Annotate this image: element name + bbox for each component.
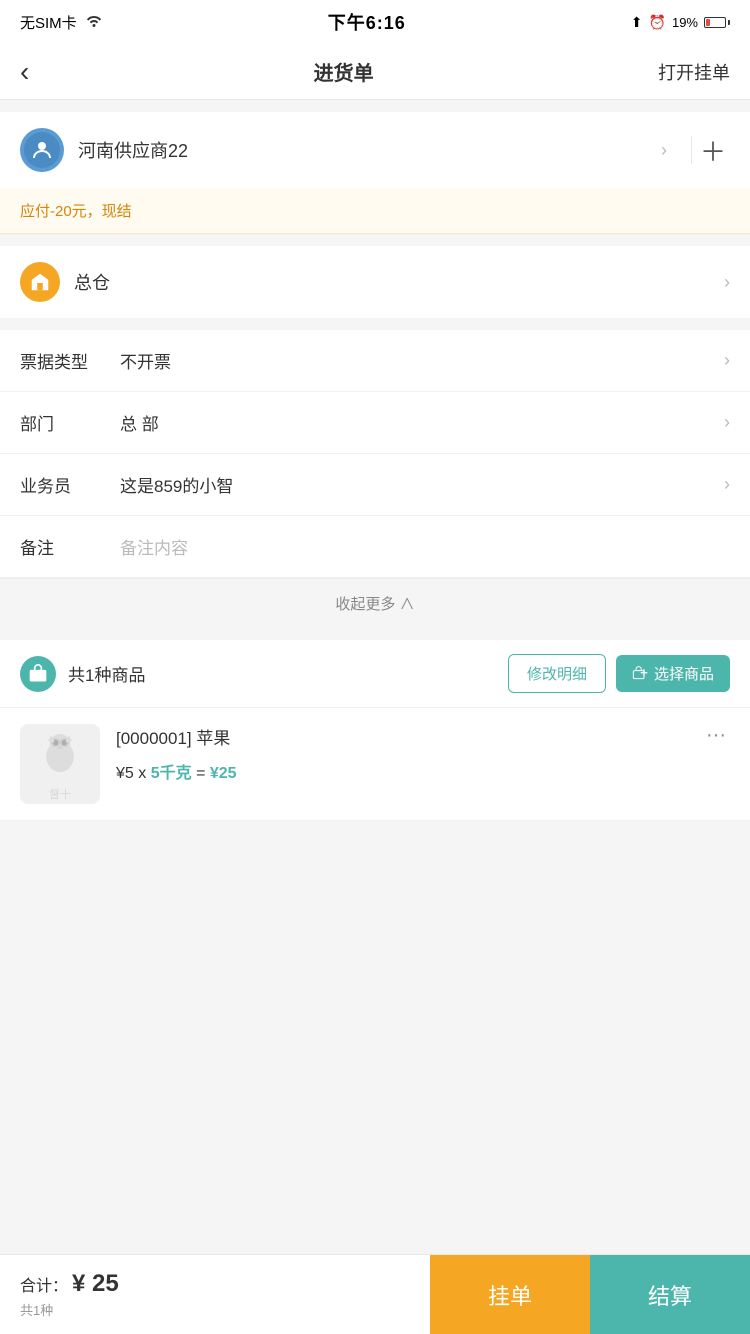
battery-percent: 19% — [672, 15, 698, 30]
price-unit: ¥5 — [116, 765, 134, 782]
ticket-type-row[interactable]: 票据类型 不开票 › — [0, 330, 750, 392]
products-icon — [20, 656, 56, 692]
equals-sign: = — [196, 765, 210, 782]
total-count: 共1种 — [20, 1300, 410, 1319]
sales-rep-label: 业务员 — [20, 472, 100, 497]
supplier-avatar-icon — [24, 132, 60, 168]
product-more-button[interactable]: ··· — [702, 724, 730, 747]
status-right: ⬆ ⏰ 19% — [631, 14, 730, 31]
product-thumb-inner: 督十 — [34, 727, 86, 802]
location-icon: ⬆ — [631, 14, 643, 31]
total-section: 合计： ¥ 25 共1种 — [0, 1255, 430, 1334]
ticket-type-label: 票据类型 — [20, 348, 100, 373]
supplier-row: 河南供应商22 › ＋ — [0, 112, 750, 188]
sales-rep-row[interactable]: 业务员 这是859的小智 › — [0, 454, 750, 516]
checkout-button[interactable]: 结算 — [590, 1255, 750, 1334]
supplier-name[interactable]: 河南供应商22 — [78, 137, 661, 163]
status-bar: 无SIM卡 下午6:16 ⬆ ⏰ 19% — [0, 0, 750, 44]
signal-text: 无SIM卡 — [20, 12, 77, 33]
total-amount: ¥ 25 — [72, 1270, 119, 1298]
products-count: 共1种商品 — [68, 661, 508, 686]
warehouse-chevron-icon: › — [724, 272, 730, 293]
total-price: ¥25 — [210, 765, 237, 782]
bottom-spacer — [0, 821, 750, 911]
product-code: [0000001] — [116, 729, 196, 748]
products-section: 共1种商品 修改明细 选择商品 — [0, 640, 750, 821]
gap-1 — [0, 100, 750, 112]
department-row[interactable]: 部门 总 部 › — [0, 392, 750, 454]
select-product-button[interactable]: 选择商品 — [616, 655, 730, 692]
remarks-row: 备注 备注内容 — [0, 516, 750, 578]
products-header: 共1种商品 修改明细 选择商品 — [0, 640, 750, 708]
remarks-input[interactable]: 备注内容 — [120, 534, 730, 559]
total-label: 合计： — [20, 1272, 68, 1296]
department-label: 部门 — [20, 410, 100, 435]
gap-2 — [0, 234, 750, 246]
sales-rep-chevron-icon: › — [724, 474, 730, 495]
supplier-avatar — [20, 128, 64, 172]
wifi-icon — [85, 13, 103, 31]
warehouse-section: 总仓 › — [0, 246, 750, 318]
select-product-label: 选择商品 — [654, 663, 714, 684]
hang-button[interactable]: 挂单 — [430, 1255, 590, 1334]
product-item: 督十 [0000001] 苹果 ¥5 x 5千克 = ¥25 ··· — [0, 708, 750, 821]
open-hang-button[interactable]: 打开挂单 — [658, 59, 730, 85]
supplier-section: 河南供应商22 › ＋ 应付-20元，现结 — [0, 112, 750, 234]
supplier-chevron-icon: › — [661, 140, 667, 161]
ticket-type-chevron-icon: › — [724, 350, 730, 371]
product-name: [0000001] 苹果 — [116, 724, 702, 749]
quantity: 5千克 — [151, 765, 192, 782]
edit-details-button[interactable]: 修改明细 — [508, 654, 606, 693]
ticket-type-value: 不开票 — [120, 348, 724, 373]
bottom-bar: 合计： ¥ 25 共1种 挂单 结算 — [0, 1254, 750, 1334]
product-price: ¥5 x 5千克 = ¥25 — [116, 759, 702, 783]
department-value: 总 部 — [120, 410, 724, 435]
collapse-bar[interactable]: 收起更多 ∧ — [0, 578, 750, 628]
warehouse-name: 总仓 — [74, 269, 724, 295]
battery-icon — [704, 17, 730, 28]
nav-bar: ‹ 进货单 打开挂单 — [0, 44, 750, 100]
supplier-notice: 应付-20元，现结 — [0, 188, 750, 234]
alarm-icon: ⏰ — [649, 14, 666, 31]
back-button[interactable]: ‹ — [20, 56, 29, 88]
form-section: 票据类型 不开票 › 部门 总 部 › 业务员 这是859的小智 › 备注 备注… — [0, 330, 750, 628]
warehouse-icon — [20, 262, 60, 302]
product-thumbnail: 督十 — [20, 724, 100, 804]
remarks-label: 备注 — [20, 534, 100, 559]
department-chevron-icon: › — [724, 412, 730, 433]
status-time: 下午6:16 — [328, 9, 406, 35]
add-supplier-button[interactable]: ＋ — [696, 132, 730, 169]
multiply-sign: x — [138, 765, 150, 782]
gap-4 — [0, 628, 750, 640]
status-left: 无SIM卡 — [20, 12, 103, 33]
divider — [691, 136, 692, 164]
gap-3 — [0, 318, 750, 330]
page-title: 进货单 — [314, 57, 374, 86]
product-info: [0000001] 苹果 ¥5 x 5千克 = ¥25 — [116, 724, 702, 783]
sales-rep-value: 这是859的小智 — [120, 472, 724, 497]
warehouse-row[interactable]: 总仓 › — [0, 246, 750, 318]
